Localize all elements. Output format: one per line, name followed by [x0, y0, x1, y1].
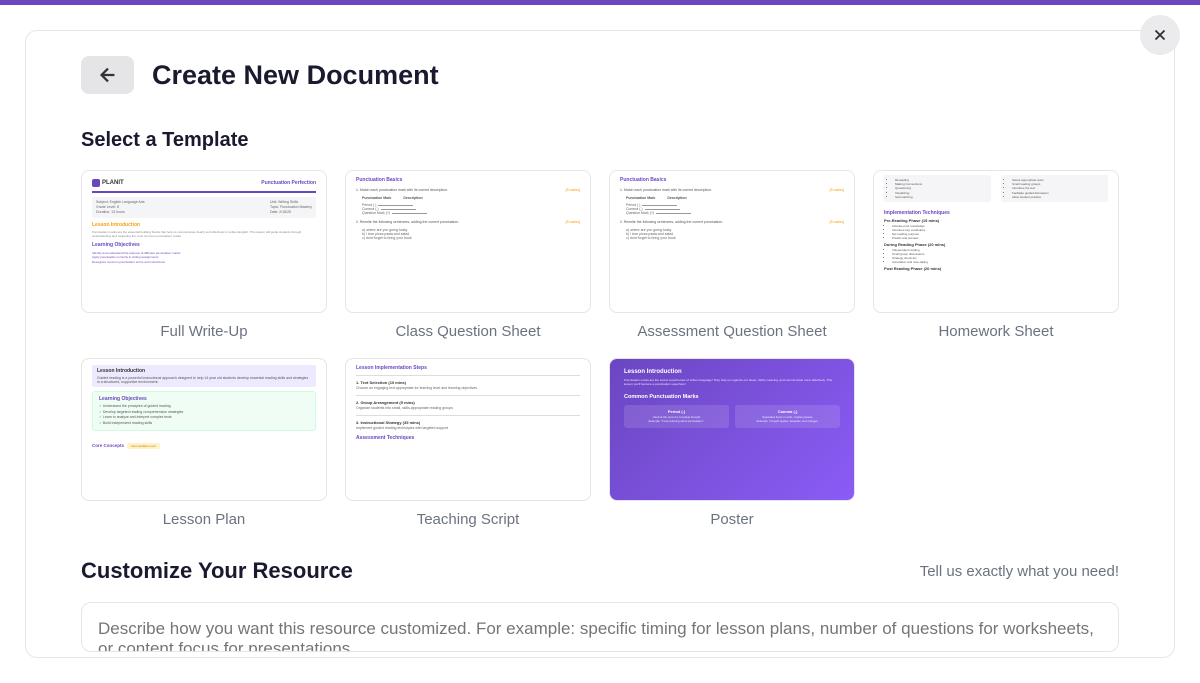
template-preview: RereadingMaking ConnectionsQuestioningVi…: [873, 170, 1119, 313]
template-teaching-script[interactable]: Lesson Implementation Steps 1. Text Sele…: [345, 358, 591, 528]
page-title: Create New Document: [152, 60, 439, 91]
template-label: Class Question Sheet: [345, 323, 591, 340]
main-panel: Create New Document Select a Template PL…: [25, 30, 1175, 658]
select-template-title: Select a Template: [81, 129, 1119, 152]
template-assessment-question-sheet[interactable]: Punctuation Basics 1. Match each punctua…: [609, 170, 855, 340]
template-homework-sheet[interactable]: RereadingMaking ConnectionsQuestioningVi…: [873, 170, 1119, 340]
customize-header: Customize Your Resource Tell us exactly …: [81, 558, 1119, 584]
template-preview: Punctuation Basics 1. Match each punctua…: [345, 170, 591, 313]
close-button[interactable]: [1140, 15, 1180, 55]
header: Create New Document: [81, 56, 1119, 94]
template-label: Poster: [609, 511, 855, 528]
template-preview: Lesson Implementation Steps 1. Text Sele…: [345, 358, 591, 501]
template-label: Teaching Script: [345, 511, 591, 528]
template-preview: PLANIT Punctuation Perfection Subject: E…: [81, 170, 327, 313]
customize-hint: Tell us exactly what you need!: [920, 563, 1119, 580]
template-label: Full Write-Up: [81, 323, 327, 340]
template-preview: Lesson Introduction Guided reading is a …: [81, 358, 327, 501]
templates-row-1: PLANIT Punctuation Perfection Subject: E…: [81, 170, 1119, 340]
close-icon: [1151, 26, 1169, 44]
back-arrow-icon: [97, 64, 119, 86]
template-poster[interactable]: Lesson Introduction Punctuation marks ar…: [609, 358, 855, 528]
template-label: Homework Sheet: [873, 323, 1119, 340]
template-preview: Lesson Introduction Punctuation marks ar…: [609, 358, 855, 501]
template-label: Assessment Question Sheet: [609, 323, 855, 340]
template-label: Lesson Plan: [81, 511, 327, 528]
customize-input[interactable]: [81, 602, 1119, 652]
template-preview: Punctuation Basics 1. Match each punctua…: [609, 170, 855, 313]
template-lesson-plan[interactable]: Lesson Introduction Guided reading is a …: [81, 358, 327, 528]
customize-title: Customize Your Resource: [81, 558, 353, 584]
back-button[interactable]: [81, 56, 134, 94]
templates-row-2: Lesson Introduction Guided reading is a …: [81, 358, 1119, 528]
template-full-writeup[interactable]: PLANIT Punctuation Perfection Subject: E…: [81, 170, 327, 340]
template-class-question-sheet[interactable]: Punctuation Basics 1. Match each punctua…: [345, 170, 591, 340]
